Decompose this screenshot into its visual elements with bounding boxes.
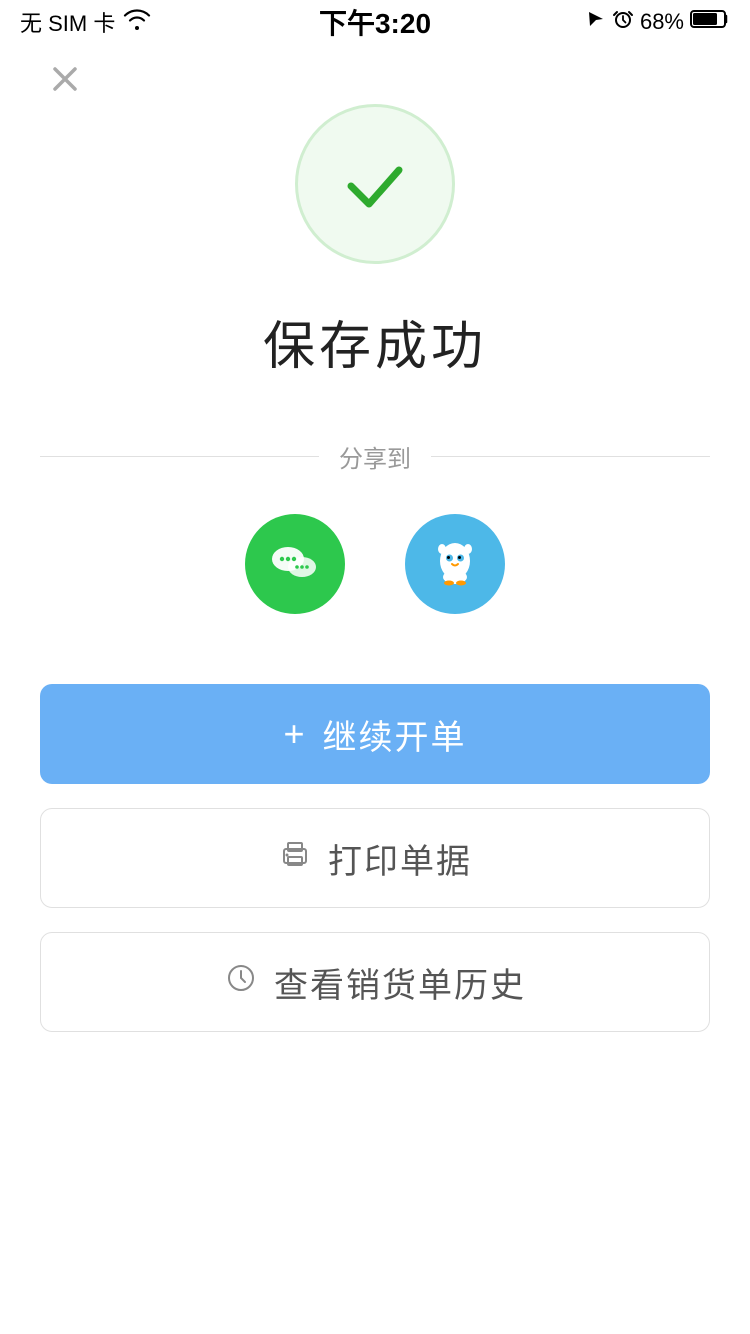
success-circle [295, 104, 455, 264]
wechat-icon [264, 533, 326, 595]
print-icon [278, 837, 312, 880]
status-right: 68% [586, 8, 730, 36]
status-left: 无 SIM 卡 [20, 6, 151, 38]
close-button[interactable] [40, 54, 90, 104]
social-buttons-row [245, 514, 505, 614]
close-icon [47, 61, 83, 97]
no-sim-label: 无 SIM 卡 [20, 6, 115, 38]
continue-button[interactable]: + 继续开单 [40, 684, 710, 784]
print-label: 打印单据 [328, 834, 472, 883]
continue-label: 继续开单 [323, 710, 467, 759]
history-icon [224, 961, 258, 1004]
history-label: 查看销货单历史 [274, 958, 526, 1007]
plus-icon: + [283, 713, 306, 755]
qq-button[interactable] [405, 514, 505, 614]
checkmark-icon [335, 144, 415, 224]
location-icon [586, 9, 606, 35]
share-section: 分享到 [40, 439, 710, 474]
print-button[interactable]: 打印单据 [40, 808, 710, 908]
history-button[interactable]: 查看销货单历史 [40, 932, 710, 1032]
battery-icon [690, 8, 730, 36]
main-content: 保存成功 分享到 [0, 44, 750, 1334]
battery-percent: 68% [640, 9, 684, 35]
status-bar: 无 SIM 卡 下午3:20 68% [0, 0, 750, 44]
action-buttons: + 继续开单 打印单据 查看销货单历史 [40, 684, 710, 1032]
alarm-icon [612, 8, 634, 36]
wechat-button[interactable] [245, 514, 345, 614]
divider-left [40, 456, 319, 457]
wifi-icon [123, 8, 151, 36]
qq-icon [424, 533, 486, 595]
share-label: 分享到 [339, 439, 411, 474]
divider-right [431, 456, 710, 457]
success-title: 保存成功 [263, 304, 487, 379]
status-time: 下午3:20 [319, 2, 431, 42]
